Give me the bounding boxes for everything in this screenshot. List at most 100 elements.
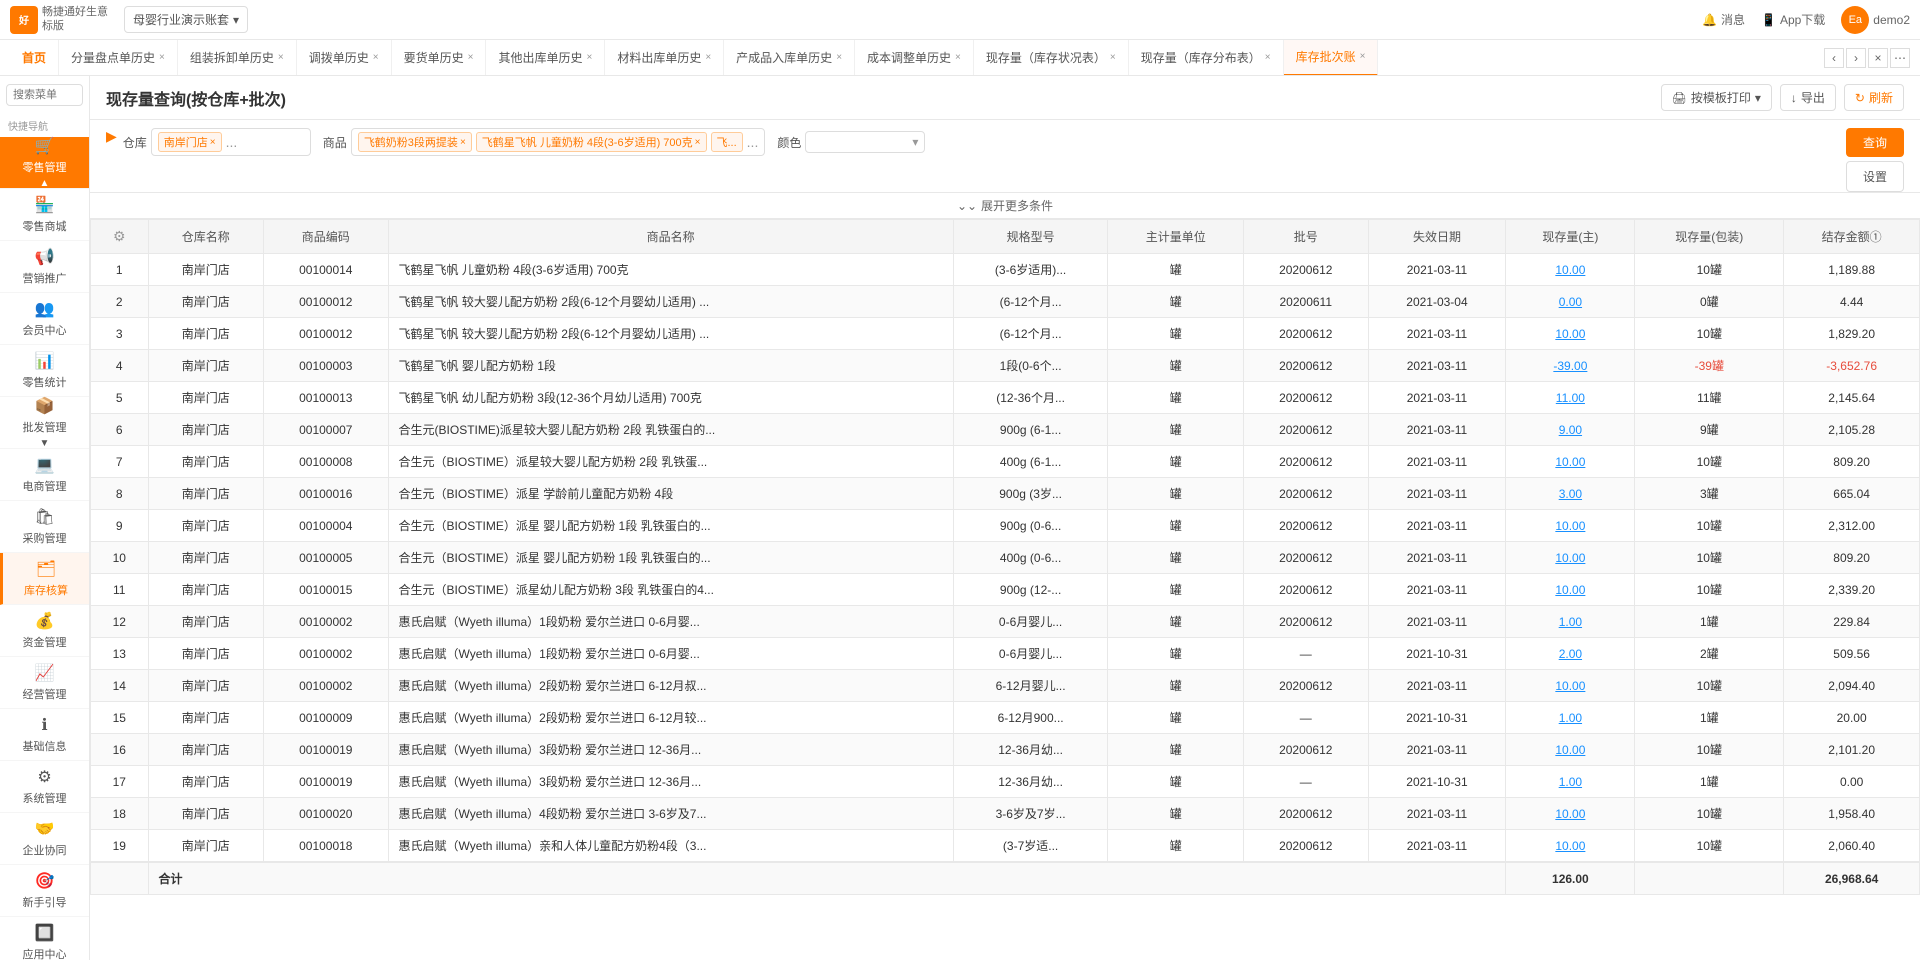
tab-diaob[interactable]: 调拨单历史 × xyxy=(297,40,392,76)
cell-qty-main[interactable]: 10.00 xyxy=(1506,542,1635,574)
cell-name: 惠氏启赋（Wyeth illuma）4段奶粉 爱尔兰进口 3-6岁及7... xyxy=(388,798,953,830)
cell-qty-main[interactable]: 10.00 xyxy=(1506,254,1635,286)
sidebar-item-wholesale[interactable]: 📦 批发管理 ▼ xyxy=(0,397,89,449)
messages-btn[interactable]: 🔔 消息 xyxy=(1702,11,1745,28)
export-btn[interactable]: ↓ 导出 xyxy=(1780,84,1836,111)
sidebar-item-retail-stats[interactable]: 📊 零售统计 xyxy=(0,345,89,397)
sidebar-item-app-center[interactable]: 🔲 应用中心 xyxy=(0,917,89,960)
expand-more-row: ⌄⌄ 展开更多条件 xyxy=(90,193,1920,219)
close-icon[interactable]: × xyxy=(1110,52,1116,63)
filter-expand-arrow[interactable]: ▶ xyxy=(106,128,117,145)
close-icon[interactable]: × xyxy=(159,52,165,63)
setting-button[interactable]: 设置 xyxy=(1846,161,1904,192)
cell-qty-main[interactable]: 9.00 xyxy=(1506,414,1635,446)
cell-qty-main[interactable]: 1.00 xyxy=(1506,766,1635,798)
cell-qty-pkg: 2罐 xyxy=(1635,638,1784,670)
close-icon[interactable]: × xyxy=(373,52,379,63)
tab-menu-btn[interactable]: ⋯ xyxy=(1890,48,1910,68)
sidebar-item-guide[interactable]: 🎯 新手引导 xyxy=(0,865,89,917)
cell-no: 3 xyxy=(91,318,149,350)
tab-xiancunliang-fen[interactable]: 现存量（库存分布表） × xyxy=(1129,40,1284,76)
cell-qty-main[interactable]: 10.00 xyxy=(1506,318,1635,350)
sidebar-item-collab[interactable]: 🤝 企业协同 xyxy=(0,813,89,865)
logo: 好 畅捷通好生意 标版 xyxy=(10,6,108,34)
cell-qty-main[interactable]: 10.00 xyxy=(1506,510,1635,542)
product-more[interactable]: ... xyxy=(747,134,759,150)
close-icon[interactable]: × xyxy=(955,52,961,63)
cell-batch: 20200612 xyxy=(1244,414,1369,446)
col-settings[interactable]: ⚙ xyxy=(91,220,149,254)
close-icon[interactable]: × xyxy=(278,52,284,63)
sidebar-item-marketing[interactable]: 📢 营销推广 xyxy=(0,241,89,293)
tab-fenliangpandian[interactable]: 分量盘点单历史 × xyxy=(59,40,178,76)
print-btn[interactable]: 🖨 按模板打印 ▾ xyxy=(1661,84,1772,111)
sidebar-item-ecommerce[interactable]: 💻 电商管理 xyxy=(0,449,89,501)
tab-zuzhuang[interactable]: 组装拆卸单历史 × xyxy=(178,40,297,76)
sidebar-item-basic-info[interactable]: ℹ 基础信息 xyxy=(0,709,89,761)
close-icon[interactable]: × xyxy=(705,52,711,63)
sidebar-item-member[interactable]: 👥 会员中心 xyxy=(0,293,89,345)
cell-no: 12 xyxy=(91,606,149,638)
expand-more-btn[interactable]: ⌄⌄ 展开更多条件 xyxy=(957,197,1053,214)
tab-qita-chuku[interactable]: 其他出库单历史 × xyxy=(486,40,605,76)
tab-kucun-pici[interactable]: 库存批次账 × xyxy=(1284,40,1379,76)
query-button[interactable]: 查询 xyxy=(1846,128,1904,157)
sidebar-item-system[interactable]: ⚙ 系统管理 xyxy=(0,761,89,813)
close-icon[interactable]: × xyxy=(586,52,592,63)
cell-no: 7 xyxy=(91,446,149,478)
warehouse-more[interactable]: ... xyxy=(226,134,238,150)
cell-code: 00100003 xyxy=(264,350,389,382)
refresh-btn[interactable]: ↻ 刷新 xyxy=(1844,84,1904,111)
cell-qty-pkg: 0罐 xyxy=(1635,286,1784,318)
close-icon[interactable]: × xyxy=(1265,52,1271,63)
sidebar-item-finance[interactable]: 💰 资金管理 xyxy=(0,605,89,657)
remove-warehouse-tag[interactable]: × xyxy=(210,137,216,148)
cell-amount: 229.84 xyxy=(1784,606,1920,638)
tab-xiancunliang-kuang[interactable]: 现存量（库存状况表） × xyxy=(974,40,1129,76)
chevron-icon: ▼ xyxy=(40,438,50,449)
cell-warehouse: 南岸门店 xyxy=(148,798,264,830)
tab-chanchengpin[interactable]: 产成品入库单历史 × xyxy=(724,40,855,76)
remove-product-tag-1[interactable]: × xyxy=(460,137,466,148)
warehouse-tag-input[interactable]: 南岸门店 × ... xyxy=(151,128,311,156)
search-input[interactable] xyxy=(6,84,83,106)
tab-home[interactable]: 首页 xyxy=(10,40,59,76)
cell-qty-main[interactable]: 10.00 xyxy=(1506,798,1635,830)
warehouse-label: 仓库 xyxy=(123,134,147,151)
cell-qty-main[interactable]: 10.00 xyxy=(1506,446,1635,478)
cell-qty-main[interactable]: 1.00 xyxy=(1506,606,1635,638)
cell-qty-main[interactable]: 10.00 xyxy=(1506,670,1635,702)
cell-qty-main[interactable]: 2.00 xyxy=(1506,638,1635,670)
cell-amount: 509.56 xyxy=(1784,638,1920,670)
cell-qty-main[interactable]: 0.00 xyxy=(1506,286,1635,318)
sidebar-item-retail-shop[interactable]: 🏪 零售商城 xyxy=(0,189,89,241)
cell-qty-main[interactable]: 1.00 xyxy=(1506,702,1635,734)
color-select[interactable]: ▾ xyxy=(805,131,925,153)
remove-product-tag-2[interactable]: × xyxy=(695,137,701,148)
chevron-down-icon: ▾ xyxy=(233,13,239,27)
product-tag-input[interactable]: 飞鹤奶粉3段两提装 × 飞鹤星飞帆 儿童奶粉 4段(3-6岁适用) 700克 ×… xyxy=(351,128,766,156)
sidebar-item-purchase[interactable]: 🛍 采购管理 xyxy=(0,501,89,553)
tab-cailiao-chuku[interactable]: 材料出库单历史 × xyxy=(605,40,724,76)
tab-yaohuo[interactable]: 要货单历史 × xyxy=(392,40,487,76)
industry-selector[interactable]: 母婴行业演示账套 ▾ xyxy=(124,6,248,33)
sidebar-item-retail-manage[interactable]: 🛒 零售管理 ▲ xyxy=(0,137,89,189)
cell-qty-main[interactable]: 10.00 xyxy=(1506,574,1635,606)
sidebar-item-operation[interactable]: 📈 经营管理 xyxy=(0,657,89,709)
tab-chengben[interactable]: 成本调整单历史 × xyxy=(855,40,974,76)
user-menu[interactable]: Ea demo2 xyxy=(1841,6,1910,34)
close-icon[interactable]: × xyxy=(468,52,474,63)
tab-nav-arrows: ‹ › × ⋯ xyxy=(1824,48,1910,68)
cell-qty-main[interactable]: -39.00 xyxy=(1506,350,1635,382)
tab-close-btn[interactable]: × xyxy=(1868,48,1888,68)
tab-prev-btn[interactable]: ‹ xyxy=(1824,48,1844,68)
cell-qty-main[interactable]: 11.00 xyxy=(1506,382,1635,414)
sidebar-item-inventory[interactable]: 🗂 库存核算 xyxy=(0,553,89,605)
cell-qty-main[interactable]: 10.00 xyxy=(1506,734,1635,766)
close-icon[interactable]: × xyxy=(836,52,842,63)
tab-next-btn[interactable]: › xyxy=(1846,48,1866,68)
app-download-btn[interactable]: 📱 App下载 xyxy=(1761,11,1825,28)
close-icon[interactable]: × xyxy=(1360,51,1366,62)
cell-qty-main[interactable]: 10.00 xyxy=(1506,830,1635,863)
cell-qty-main[interactable]: 3.00 xyxy=(1506,478,1635,510)
